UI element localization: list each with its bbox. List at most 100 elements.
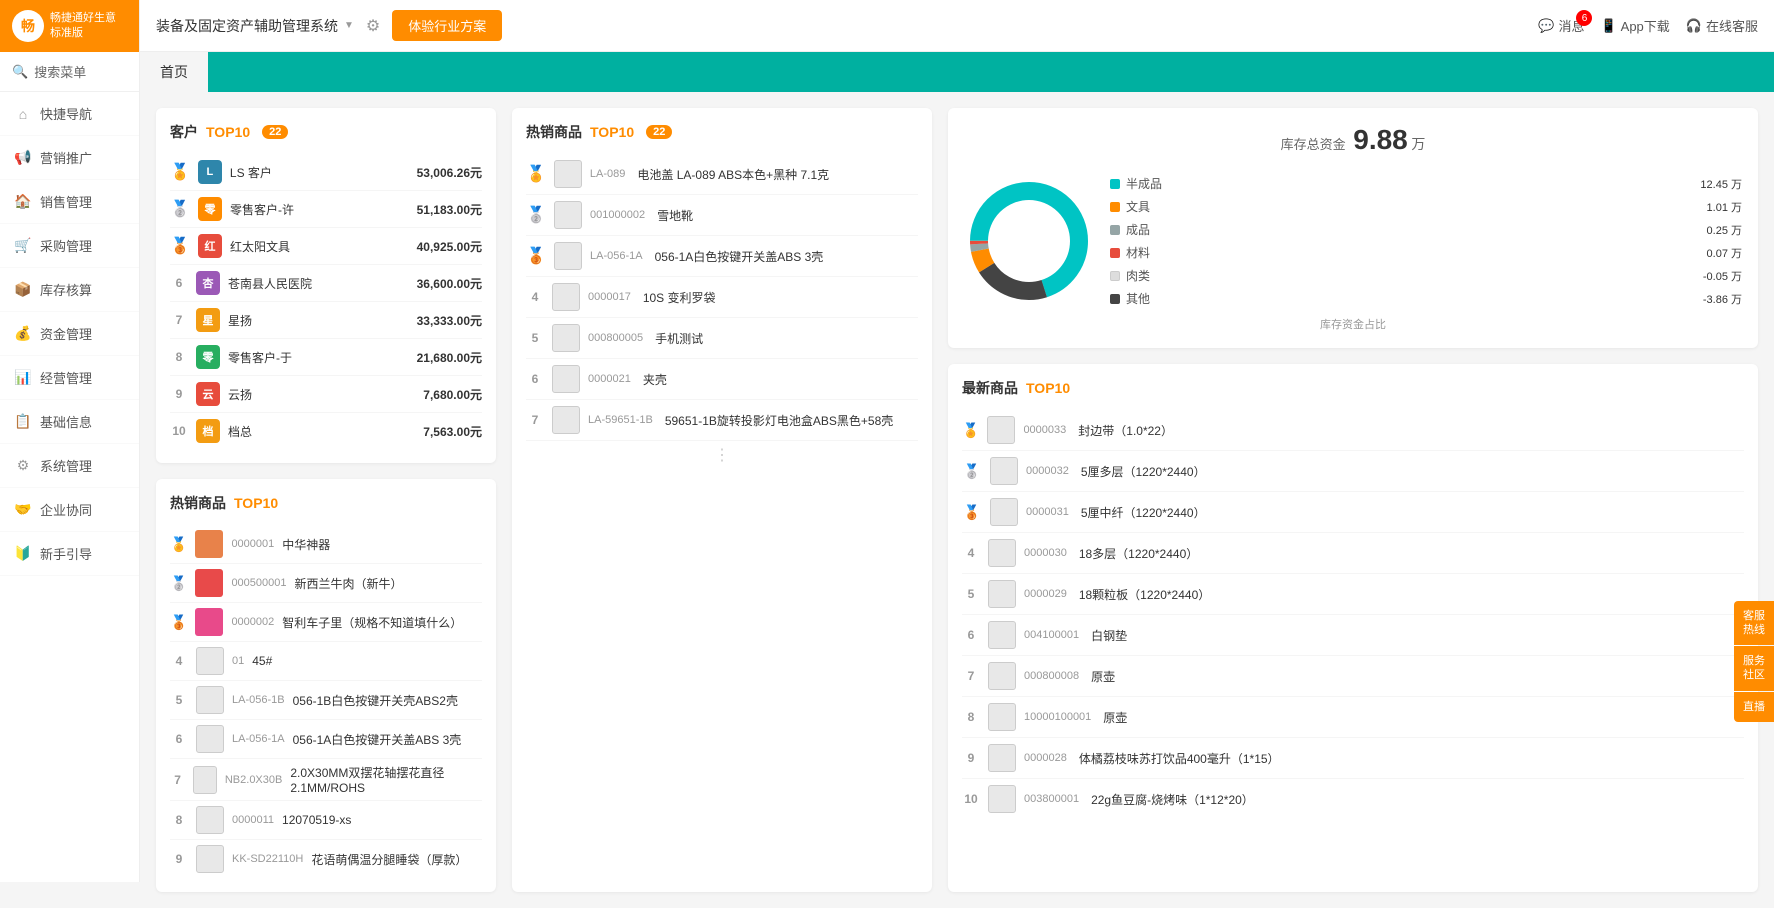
float-btn-live[interactable]: 直播 [1734,692,1774,722]
topbar: 装备及固定资产辅助管理系统 ▼ ⚙ 体验行业方案 💬 消息 6 📱 App下载 … [140,0,1774,52]
trial-button[interactable]: 体验行业方案 [392,10,502,41]
chevron-down-icon[interactable]: ▼ [344,20,354,31]
list-item: 8 0000011 12070519-xs [170,801,482,840]
medal-icon: 🏅 [526,164,546,184]
app-download[interactable]: 📱 App下载 [1600,16,1669,35]
table-row: 7 LA-59651-1B 59651-1B旋转投影灯电池盒ABS黑色+58壳 [526,400,918,441]
topbar-right: 💬 消息 6 📱 App下载 🎧 在线客服 [1538,16,1758,35]
avatar: 零 [198,197,222,221]
avatar: 星 [196,308,220,332]
product-thumbnail [988,662,1016,690]
hot-products-right-card: 热销商品 TOP10 22 🏅 LA-089 电池盖 LA-089 ABS本色+… [512,108,932,892]
legend-dot [1110,202,1120,212]
operation-icon: 📊 [14,369,32,387]
table-row: 4 0000017 10S 变利罗袋 [526,277,918,318]
product-thumbnail [988,539,1016,567]
product-thumbnail [554,160,582,188]
medal-icon: 🏅 [962,422,979,439]
table-row: 6 杏 苍南县人民医院 36,600.00元 [170,265,482,302]
legend-dot [1110,271,1120,281]
product-thumbnail [552,365,580,393]
sidebar-item-cooperation[interactable]: 🤝 企业协同 [0,488,139,532]
inventory-icon: 📦 [14,281,32,299]
gear-icon[interactable]: ⚙ [366,16,380,36]
float-btn-hotline[interactable]: 客服 热线 [1734,601,1774,646]
product-thumbnail [195,569,223,597]
inventory-card: 库存总资金 9.88 万 [948,108,1758,348]
avatar: 杏 [196,271,220,295]
tab-home[interactable]: 首页 [140,52,208,92]
table-row: 🏅 LA-089 电池盖 LA-089 ABS本色+黑种 7.1克 [526,154,918,195]
table-row: 5 0000029 18颗粒板（1220*2440） [962,574,1744,615]
table-row: 4 0000030 18多层（1220*2440） [962,533,1744,574]
product-thumbnail [554,201,582,229]
mid-column: 热销商品 TOP10 22 🏅 LA-089 电池盖 LA-089 ABS本色+… [512,108,932,892]
sidebar-item-operation[interactable]: 📊 经营管理 [0,356,139,400]
table-row: 6 004100001 白钢垫 [962,615,1744,656]
table-row: 9 0000028 体橘荔枝味苏打饮品400毫升（1*15） [962,738,1744,779]
legend-item: 材料 0.07 万 [1110,241,1742,264]
avatar: 档 [196,419,220,443]
basic-icon: 📋 [14,413,32,431]
sidebar: 畅 畅捷通好生意 标准版 🔍 搜索菜单 ⌂ 快捷导航 📢 营销推广 🏠 销售管理… [0,0,140,882]
sidebar-search[interactable]: 🔍 搜索菜单 [0,52,139,92]
customer-badge: 22 [262,125,288,139]
product-thumbnail [554,242,582,270]
table-row: 🏅 0000033 封边带（1.0*22） [962,410,1744,451]
sidebar-item-shortcut[interactable]: ⌂ 快捷导航 [0,92,139,136]
donut-chart [964,176,1094,306]
product-thumbnail [552,283,580,311]
product-thumbnail [990,457,1018,485]
medal-icon: 🥉 [170,614,187,631]
customer-list: 🏅 L LS 客户 53,006.26元 🥈 零 零售客户-许 51,183.0… [170,154,482,449]
legend-dot [1110,179,1120,189]
chart-legend: 半成品 12.45 万 文具 1.01 万 成品 0.25 万 [1110,172,1742,310]
avatar: 红 [198,234,222,258]
medal-icon: 🥉 [962,504,982,521]
legend-item: 半成品 12.45 万 [1110,172,1742,195]
sidebar-item-inventory[interactable]: 📦 库存核算 [0,268,139,312]
sidebar-item-guide[interactable]: 🔰 新手引导 [0,532,139,576]
product-thumbnail [987,416,1015,444]
guide-icon: 🔰 [14,545,32,563]
medal-icon: 🥈 [170,575,187,592]
sidebar-item-system[interactable]: ⚙ 系统管理 [0,444,139,488]
hot-products-card: 热销商品 TOP10 🏅 0000001 中华神器 🥈 000500001 新 [156,479,496,892]
home-icon: ⌂ [14,105,32,123]
hot-products-title: 热销商品 TOP10 [170,493,482,513]
sidebar-item-purchase[interactable]: 🛒 采购管理 [0,224,139,268]
table-row: 🥈 001000002 雪地靴 [526,195,918,236]
medal-icon: 🥈 [526,205,546,225]
sales-icon: 🏠 [14,193,32,211]
list-item: 🥉 0000002 智利车子里（规格不知道填什么） [170,603,482,642]
logo-text: 畅捷通好生意 标准版 [50,11,116,42]
legend-dot [1110,225,1120,235]
table-row: 10 档 档总 7,563.00元 [170,413,482,449]
table-row: 7 000800008 原壶 [962,656,1744,697]
table-row: 🥉 0000031 5厘中纤（1220*2440） [962,492,1744,533]
product-thumbnail [990,498,1018,526]
list-item: 🏅 0000001 中华神器 [170,525,482,564]
float-btn-community[interactable]: 服务 社区 [1734,646,1774,691]
sidebar-item-basic[interactable]: 📋 基础信息 [0,400,139,444]
newest-products-card: 最新商品 TOP10 🏅 0000033 封边带（1.0*22） 🥈 00000… [948,364,1758,892]
online-service[interactable]: 🎧 在线客服 [1686,16,1758,35]
sidebar-item-marketing[interactable]: 📢 营销推广 [0,136,139,180]
legend-dot [1110,248,1120,258]
sidebar-item-sales[interactable]: 🏠 销售管理 [0,180,139,224]
inventory-footnote: 库存资金占比 [964,316,1742,332]
avatar: 云 [196,382,220,406]
product-thumbnail [988,744,1016,772]
avatar: 零 [196,345,220,369]
cooperation-icon: 🤝 [14,501,32,519]
product-thumbnail [988,580,1016,608]
legend-item: 其他 -3.86 万 [1110,287,1742,310]
message-badge[interactable]: 💬 消息 6 [1538,16,1584,35]
avatar: L [198,160,222,184]
float-buttons: 客服 热线 服务 社区 直播 [1734,601,1774,722]
marketing-icon: 📢 [14,149,32,167]
tabbar: 首页 [140,52,1774,92]
scroll-indicator: ⋮ [526,441,918,469]
sidebar-item-finance[interactable]: 💰 资金管理 [0,312,139,356]
product-thumbnail [988,785,1016,813]
